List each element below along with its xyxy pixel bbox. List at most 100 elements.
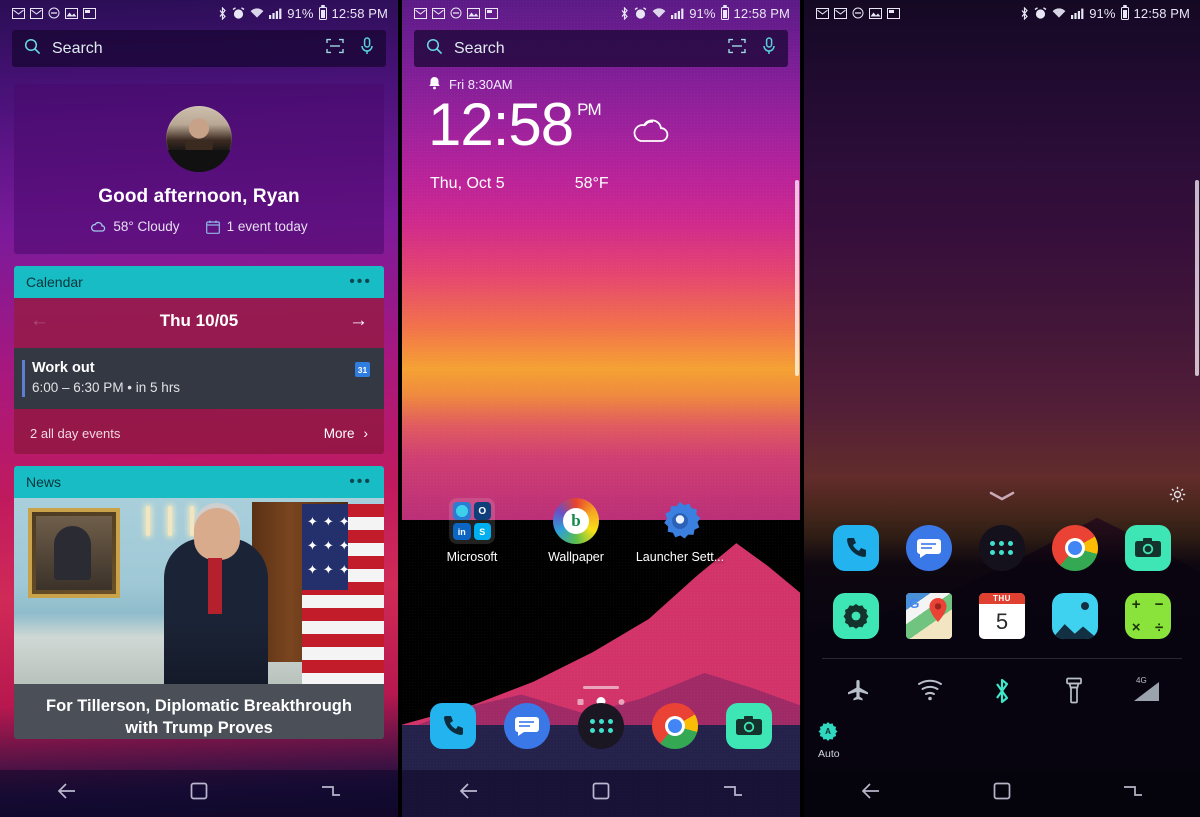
home-icon[interactable] bbox=[591, 781, 611, 806]
app-calendar[interactable]: THU 5 bbox=[966, 584, 1039, 648]
microphone-icon[interactable] bbox=[762, 37, 776, 60]
arrow-right-icon[interactable]: → bbox=[349, 310, 368, 332]
recents-icon[interactable] bbox=[721, 781, 745, 806]
app-microsoft-folder[interactable]: O in S Microsoft bbox=[420, 498, 524, 564]
news-card-header: News ••• bbox=[14, 466, 384, 498]
clock-temperature: 58°F bbox=[574, 175, 609, 192]
events-text: 1 event today bbox=[226, 219, 308, 234]
messages-icon[interactable] bbox=[504, 703, 550, 749]
app-wallpaper[interactable]: b Wallpaper bbox=[524, 498, 628, 564]
flashlight-icon bbox=[1065, 677, 1083, 710]
clock-date: Thu, Oct 5 bbox=[430, 175, 505, 192]
back-icon[interactable] bbox=[859, 781, 883, 806]
event-time: 6:00 – 6:30 PM • in 5 hrs bbox=[32, 380, 181, 395]
drawer-header bbox=[804, 482, 1200, 512]
alarm-text: Fri 8:30AM bbox=[449, 77, 513, 92]
person-photo bbox=[164, 508, 268, 684]
chevron-right-icon: › bbox=[363, 426, 369, 441]
status-right-icons: 91% 12:58 PM bbox=[218, 4, 388, 21]
mail-icon bbox=[432, 7, 445, 19]
screenshot-root: 91% 12:58 PM Search Good afternoon, Ryan bbox=[0, 0, 1200, 817]
app-drawer-icon[interactable] bbox=[578, 703, 624, 749]
search-bar-1[interactable]: Search bbox=[12, 30, 386, 67]
arrow-left-icon[interactable]: ← bbox=[30, 310, 49, 332]
clock-time: 12:58 PM bbox=[428, 95, 602, 155]
status-bar-3: 91% 12:58 PM bbox=[804, 0, 1200, 26]
clock-widget[interactable]: Fri 8:30AM 12:58 PM Thu, Oct 5 58°F bbox=[402, 76, 800, 193]
news-thumbnail bbox=[14, 498, 384, 684]
screenshot-icon bbox=[887, 7, 900, 19]
app-calculator[interactable]: + − × ÷ bbox=[1111, 584, 1184, 648]
app-all-apps[interactable] bbox=[966, 516, 1039, 580]
toggle-flashlight[interactable] bbox=[1038, 673, 1110, 713]
drawer-apps-row-2: G THU 5 + − × ÷ bbox=[804, 580, 1200, 648]
recents-icon[interactable] bbox=[1121, 781, 1145, 806]
calculator-icon: + − × ÷ bbox=[1124, 593, 1171, 639]
news-overflow-button[interactable]: ••• bbox=[349, 473, 372, 491]
avatar[interactable] bbox=[166, 106, 232, 172]
alarm-icon bbox=[1034, 6, 1047, 20]
bluetooth-icon bbox=[1020, 6, 1029, 20]
microphone-icon[interactable] bbox=[360, 37, 374, 60]
calendar-date-nav: ← Thu 10/05 → bbox=[14, 298, 384, 344]
back-icon[interactable] bbox=[457, 781, 481, 806]
weather-summary: 58° Cloudy bbox=[90, 219, 180, 234]
toggle-mobile-data[interactable]: 4G bbox=[1110, 673, 1182, 713]
dock-2 bbox=[402, 682, 800, 770]
calendar-icon: THU 5 bbox=[978, 593, 1025, 639]
app-label: Microsoft bbox=[446, 550, 498, 564]
gear-icon[interactable] bbox=[1169, 486, 1186, 508]
app-chrome[interactable] bbox=[1038, 516, 1111, 580]
news-card-title: News bbox=[26, 474, 62, 490]
event-title: Work out bbox=[32, 360, 95, 376]
recents-icon[interactable] bbox=[319, 781, 343, 806]
calendar-card-title: Calendar bbox=[26, 274, 83, 290]
search-input[interactable]: Search bbox=[454, 40, 717, 58]
lens-scan-icon[interactable] bbox=[728, 38, 746, 59]
chrome-icon bbox=[1051, 525, 1098, 571]
back-icon[interactable] bbox=[55, 781, 79, 806]
brightness-control[interactable]: A Auto bbox=[804, 713, 1200, 760]
app-settings[interactable] bbox=[820, 584, 893, 648]
app-camera[interactable] bbox=[1111, 516, 1184, 580]
chrome-icon[interactable] bbox=[652, 703, 698, 749]
battery-percent: 91% bbox=[1089, 5, 1116, 21]
camera-icon[interactable] bbox=[726, 703, 772, 749]
app-maps[interactable]: G bbox=[893, 584, 966, 648]
page-scrollbar-2[interactable] bbox=[795, 180, 799, 376]
news-caption: For Tillerson, Diplomatic Breakthrough w… bbox=[14, 684, 384, 740]
app-photos[interactable] bbox=[1038, 584, 1111, 648]
phone-icon[interactable] bbox=[430, 703, 476, 749]
app-drawer-panel: G THU 5 + − × ÷ 4G A Auto bbox=[804, 482, 1200, 770]
news-card[interactable]: News ••• For Tillerson, Diplomatic Break… bbox=[14, 466, 384, 740]
airplane-icon bbox=[845, 678, 871, 709]
status-left-icons bbox=[414, 7, 498, 19]
home-icon[interactable] bbox=[189, 781, 209, 806]
network-label: 4G bbox=[1136, 675, 1147, 685]
app-messages[interactable] bbox=[893, 516, 966, 580]
toggle-airplane-mode[interactable] bbox=[822, 673, 894, 713]
chevron-down-icon[interactable] bbox=[989, 488, 1015, 506]
page-scrollbar-3[interactable] bbox=[1195, 180, 1199, 376]
do-not-disturb-icon bbox=[450, 7, 462, 19]
search-bar-2[interactable]: Search bbox=[414, 30, 788, 67]
search-input[interactable]: Search bbox=[52, 40, 315, 58]
signal-icon bbox=[269, 8, 282, 19]
app-phone[interactable] bbox=[820, 516, 893, 580]
home-icon[interactable] bbox=[992, 781, 1012, 806]
toggle-bluetooth[interactable] bbox=[966, 673, 1038, 713]
calendar-event-row[interactable]: Work out 6:00 – 6:30 PM • in 5 hrs 31 bbox=[14, 348, 384, 409]
event-summary: 1 event today bbox=[205, 219, 308, 234]
lens-scan-icon[interactable] bbox=[326, 38, 344, 59]
calendar-day-number: 5 bbox=[995, 608, 1009, 634]
image-icon bbox=[467, 7, 480, 19]
nav-bar-3 bbox=[804, 770, 1200, 817]
wifi-icon bbox=[1052, 7, 1066, 19]
calendar-more-button[interactable]: More › bbox=[324, 426, 368, 441]
calendar-overflow-button[interactable]: ••• bbox=[349, 273, 372, 291]
wifi-icon bbox=[916, 679, 944, 708]
nav-bar-1 bbox=[0, 770, 398, 817]
do-not-disturb-icon bbox=[852, 7, 864, 19]
app-launcher-settings[interactable]: Launcher Sett... bbox=[628, 498, 732, 564]
toggle-wifi[interactable] bbox=[894, 673, 966, 713]
